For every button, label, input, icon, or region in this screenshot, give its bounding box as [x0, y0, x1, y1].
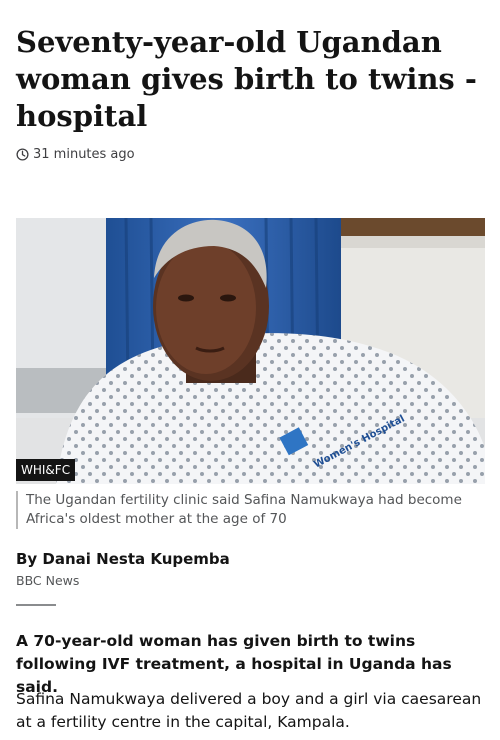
- article-timestamp: 31 minutes ago: [16, 147, 135, 162]
- image-caption: The Ugandan fertility clinic said Safina…: [16, 491, 491, 529]
- author-name[interactable]: By Danai Nesta Kupemba: [16, 549, 230, 569]
- image-credit: WHI&FC: [16, 459, 76, 481]
- byline: By Danai Nesta Kupemba BBC News: [16, 549, 230, 588]
- clock-icon: [16, 148, 29, 161]
- article-paragraph: Safina Namukwaya delivered a boy and a g…: [16, 690, 482, 731]
- byline-divider: [16, 604, 56, 606]
- author-source: BBC News: [16, 573, 80, 588]
- hospital-photo: Women's Hospital: [16, 218, 485, 484]
- timestamp-text: 31 minutes ago: [33, 147, 135, 162]
- article-headline: Seventy-year-old Ugandan woman gives bir…: [16, 25, 477, 133]
- article-image[interactable]: Women's Hospital: [16, 218, 485, 484]
